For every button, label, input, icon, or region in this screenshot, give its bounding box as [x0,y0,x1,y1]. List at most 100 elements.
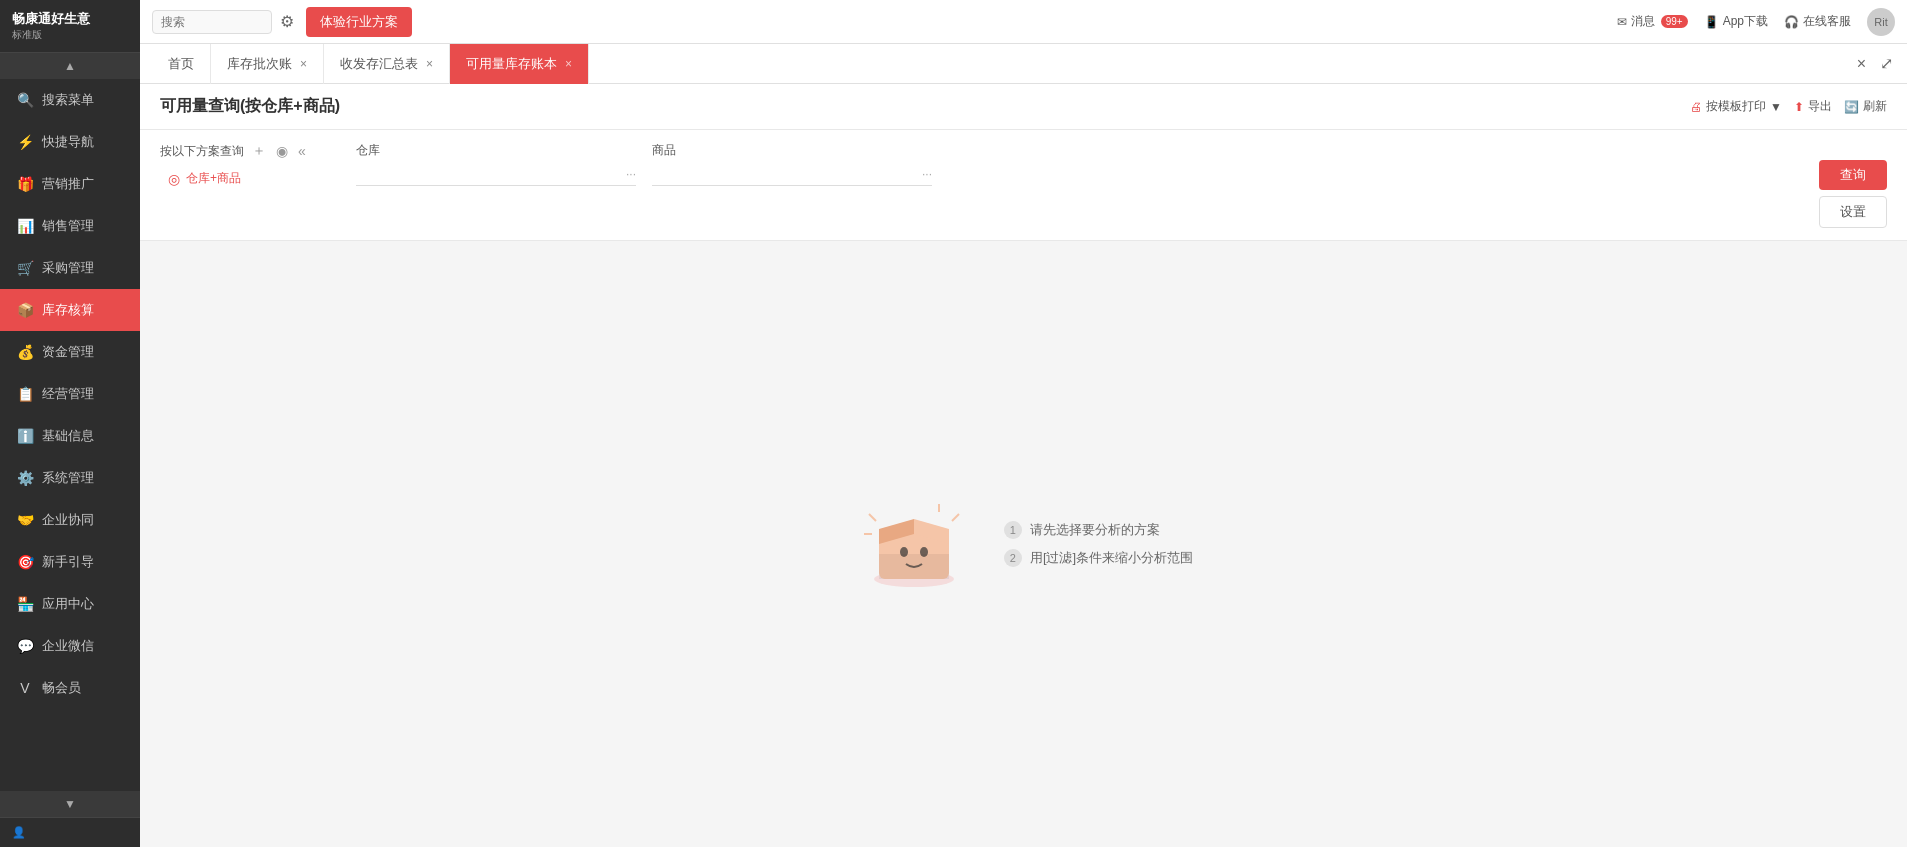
sidebar-label-member: 畅会员 [42,679,81,697]
warehouse-label: 仓库 [356,142,636,159]
empty-tips: 1 请先选择要分析的方案 2 用[过滤]条件来缩小分析范围 [1004,521,1193,567]
sidebar-label-appstore: 应用中心 [42,595,94,613]
sidebar-label-basic: 基础信息 [42,427,94,445]
tabbar: 首页库存批次账 × 收发存汇总表 × 可用量库存账本 × × ⤢ [140,44,1907,84]
product-more-button[interactable]: ··· [922,167,932,181]
warehouse-more-button[interactable]: ··· [626,167,636,181]
sidebar-icon-shortcut: ⚡ [16,134,34,150]
query-buttons: 查询 设置 [1819,142,1887,228]
online-service-label: 在线客服 [1803,13,1851,30]
sidebar-item-wechat[interactable]: 💬 企业微信 [0,625,140,667]
headset-icon: 🎧 [1784,15,1799,29]
page-header-actions: 🖨 按模板打印 ▼ ⬆ 导出 🔄 刷新 [1690,98,1887,115]
topbar: ⚙ 体验行业方案 ✉ 消息 99+ 📱 App下载 🎧 在线客服 Rit [140,0,1907,44]
filter-schemes-header: 按以下方案查询 ＋ ◉ « [160,142,340,160]
user-avatar[interactable]: Rit [1867,8,1895,36]
sidebar-item-enterprise[interactable]: 🤝 企业协同 [0,499,140,541]
sidebar-scroll-up[interactable]: ▲ [0,53,140,79]
sidebar-icon-purchase: 🛒 [16,260,34,276]
tab-home[interactable]: 首页 [152,44,211,84]
industry-solution-button[interactable]: 体验行业方案 [306,7,412,37]
sidebar-item-basic[interactable]: ℹ️ 基础信息 [0,415,140,457]
sidebar-item-system[interactable]: ⚙️ 系统管理 [0,457,140,499]
search-input[interactable] [152,10,272,34]
warehouse-input[interactable] [356,167,620,181]
filter-row: 按以下方案查询 ＋ ◉ « ◎ 仓库+商品 仓库 [160,142,1887,228]
add-scheme-button[interactable]: ＋ [250,142,268,160]
scheme-item-warehouse-product[interactable]: ◎ 仓库+商品 [160,166,340,191]
sidebar-item-inventory[interactable]: 📦 库存核算 [0,289,140,331]
empty-tip-1: 1 请先选择要分析的方案 [1004,521,1193,539]
sidebar-label-finance: 资金管理 [42,343,94,361]
tab-label-available-ledger: 可用量库存账本 [466,55,557,73]
sidebar-label-system: 系统管理 [42,469,94,487]
export-button[interactable]: ⬆ 导出 [1794,98,1832,115]
sidebar-brand: 畅康通好生意 标准版 [0,0,140,53]
sidebar-icon-newbie: 🎯 [16,554,34,570]
refresh-button[interactable]: 🔄 刷新 [1844,98,1887,115]
sidebar-icon-search: 🔍 [16,92,34,108]
sidebar-scroll-area: 🔍 搜索菜单 ⚡ 快捷导航 🎁 营销推广 📊 销售管理 🛒 采购管理 📦 库存核… [0,79,140,791]
tab-label-receipt-summary: 收发存汇总表 [340,55,418,73]
print-dropdown-icon[interactable]: ▼ [1770,100,1782,114]
empty-tip-2: 2 用[过滤]条件来缩小分析范围 [1004,549,1193,567]
sidebar-item-purchase[interactable]: 🛒 采购管理 [0,247,140,289]
tip-num-1: 1 [1004,521,1022,539]
settings-button[interactable]: 设置 [1819,196,1887,228]
tip-num-2: 2 [1004,549,1022,567]
sidebar-item-newbie[interactable]: 🎯 新手引导 [0,541,140,583]
tip-text-2: 用[过滤]条件来缩小分析范围 [1030,549,1193,567]
sidebar-item-search[interactable]: 🔍 搜索菜单 [0,79,140,121]
close-tab-button[interactable]: × [1853,51,1870,77]
tabbar-controls: × ⤢ [1843,50,1907,77]
svg-point-5 [900,547,908,557]
tab-close-receipt-summary[interactable]: × [426,57,433,71]
sidebar-item-shortcut[interactable]: ⚡ 快捷导航 [0,121,140,163]
sidebar-icon-marketing: 🎁 [16,176,34,192]
message-item[interactable]: ✉ 消息 99+ [1617,13,1688,30]
sidebar-item-sales[interactable]: 📊 销售管理 [0,205,140,247]
tab-batch-account[interactable]: 库存批次账 × [211,44,324,84]
sidebar-item-member[interactable]: V 畅会员 [0,667,140,709]
sidebar-bottom: 👤 [0,817,140,847]
app-download-item[interactable]: 📱 App下载 [1704,13,1768,30]
sidebar-icon-operation: 📋 [16,386,34,402]
gear-icon[interactable]: ⚙ [276,8,298,35]
tab-label-batch-account: 库存批次账 [227,55,292,73]
tab-close-batch-account[interactable]: × [300,57,307,71]
product-label: 商品 [652,142,932,159]
empty-state: 1 请先选择要分析的方案 2 用[过滤]条件来缩小分析范围 [140,241,1907,847]
sidebar-icon-member: V [16,680,34,696]
online-service-item[interactable]: 🎧 在线客服 [1784,13,1851,30]
query-button[interactable]: 查询 [1819,160,1887,190]
edit-scheme-button[interactable]: ◉ [274,143,290,159]
message-icon: ✉ [1617,15,1627,29]
sidebar-label-wechat: 企业微信 [42,637,94,655]
svg-line-7 [869,514,876,521]
sidebar-icon-system: ⚙️ [16,470,34,486]
refresh-label: 刷新 [1863,98,1887,115]
sidebar-label-search: 搜索菜单 [42,91,94,109]
export-label: 导出 [1808,98,1832,115]
sidebar-item-finance[interactable]: 💰 资金管理 [0,331,140,373]
brand-sub: 标准版 [12,28,128,42]
product-input[interactable] [652,167,916,181]
collapse-scheme-button[interactable]: « [296,143,308,159]
svg-line-9 [952,514,959,521]
topbar-right: ✉ 消息 99+ 📱 App下载 🎧 在线客服 Rit [1617,8,1895,36]
sidebar-label-newbie: 新手引导 [42,553,94,571]
warehouse-field: 仓库 ··· [356,142,636,186]
page-header: 可用量查询(按仓库+商品) 🖨 按模板打印 ▼ ⬆ 导出 🔄 刷新 [140,84,1907,130]
sidebar-label-enterprise: 企业协同 [42,511,94,529]
sidebar-item-appstore[interactable]: 🏪 应用中心 [0,583,140,625]
sidebar-item-marketing[interactable]: 🎁 营销推广 [0,163,140,205]
print-button[interactable]: 🖨 按模板打印 ▼ [1690,98,1782,115]
tab-receipt-summary[interactable]: 收发存汇总表 × [324,44,450,84]
sidebar-item-operation[interactable]: 📋 经营管理 [0,373,140,415]
sidebar-scroll-down[interactable]: ▼ [0,791,140,817]
filter-schemes-label: 按以下方案查询 [160,143,244,160]
tab-available-ledger[interactable]: 可用量库存账本 × [450,44,589,84]
tab-close-available-ledger[interactable]: × [565,57,572,71]
expand-button[interactable]: ⤢ [1876,50,1897,77]
sidebar-label-operation: 经营管理 [42,385,94,403]
